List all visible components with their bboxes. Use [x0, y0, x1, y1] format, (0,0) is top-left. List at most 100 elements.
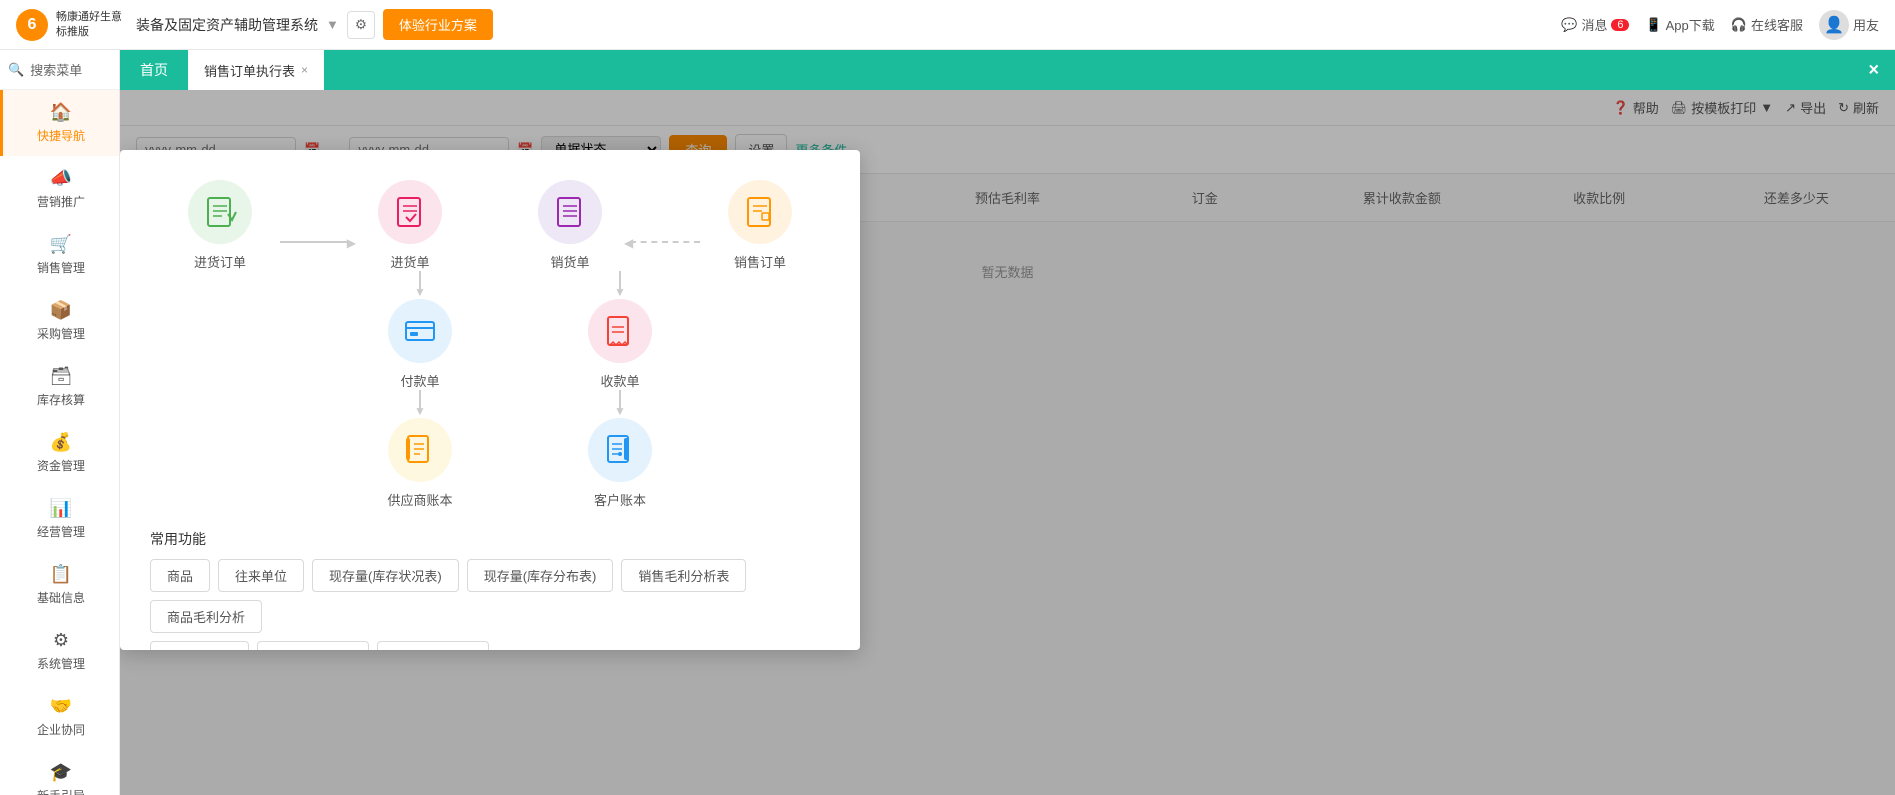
- search-icon: 🔍: [8, 62, 24, 78]
- function-btns-row1: 商品 往来单位 现存量(库存状况表) 现存量(库存分布表) 销售毛利分析表 商品…: [150, 559, 830, 633]
- flow-node-sales-order[interactable]: 销售订单: [700, 180, 820, 271]
- flow-col-supplier-ledger: 供应商账本: [360, 418, 480, 509]
- headset-icon: 🎧: [1731, 17, 1747, 33]
- settings-button[interactable]: ⚙: [347, 11, 375, 39]
- receipt-bill-label: 收款单: [600, 371, 639, 390]
- dropdown-icon[interactable]: ▼: [326, 17, 339, 32]
- system-title: 装备及固定资产辅助管理系统: [136, 15, 318, 35]
- system-icon: ⚙: [53, 630, 69, 651]
- flow-node-sales-bill[interactable]: 销货单: [510, 180, 630, 271]
- flow-node-supplier-ledger[interactable]: 供应商账本: [360, 418, 480, 509]
- top-center: 装备及固定资产辅助管理系统 ▼ ⚙ 体验行业方案: [136, 9, 1561, 40]
- func-btn-receipt-stats[interactable]: 收款情况统计: [257, 641, 369, 650]
- sidebar-item-sales[interactable]: 🛒 销售管理: [0, 222, 119, 288]
- purchase-order-circle: [188, 180, 252, 244]
- flow-col-payment-bill: 付款单: [360, 299, 480, 390]
- flow-col-customer-ledger: 客户账本: [560, 418, 680, 509]
- common-functions: 常用功能 商品 往来单位 现存量(库存状况表) 现存量(库存分布表) 销售毛利分…: [150, 529, 830, 650]
- purchase-icon: 📦: [50, 300, 72, 321]
- tab-sales-order[interactable]: 销售订单执行表 ×: [188, 50, 324, 90]
- tab-home[interactable]: 首页: [120, 50, 188, 90]
- tab-bar: 首页 销售订单执行表 × ×: [120, 50, 1895, 90]
- sales-order-label: 销售订单: [734, 252, 786, 271]
- logo-text: 畅康通好生意 标推版: [56, 10, 122, 39]
- logo-icon: 6: [16, 9, 48, 41]
- sidebar-item-finance[interactable]: 💰 资金管理: [0, 420, 119, 486]
- flow-col-receipt-bill: 收款单: [560, 299, 680, 390]
- sidebar-item-inventory[interactable]: 🗃 库存核算: [0, 354, 119, 420]
- purchase-bill-circle: [378, 180, 442, 244]
- tab-close-icon[interactable]: ×: [301, 63, 308, 77]
- message-button[interactable]: 💬 消息 6: [1561, 15, 1629, 34]
- flow-node-customer-ledger[interactable]: 客户账本: [560, 418, 680, 509]
- customer-ledger-label: 客户账本: [594, 490, 646, 509]
- flow-col-purchase-bill: 进货单: [350, 180, 470, 271]
- flow-col-purchase-order: 进货订单: [160, 180, 280, 271]
- customer-ledger-circle: [588, 418, 652, 482]
- top-right: 💬 消息 6 📱 App下载 🎧 在线客服 👤 用友: [1561, 10, 1879, 40]
- sales-order-circle: [728, 180, 792, 244]
- finance-icon: 💰: [50, 432, 72, 453]
- func-btn-payment-stats[interactable]: 付款情况统计: [377, 641, 489, 650]
- sidebar-item-quick-nav[interactable]: 🏠 快捷导航: [0, 90, 119, 156]
- common-functions-title: 常用功能: [150, 529, 830, 549]
- flow-col-sales-bill: 销货单: [510, 180, 630, 271]
- sidebar-item-enterprise[interactable]: 🤝 企业协同: [0, 684, 119, 750]
- flow-diagram: 进货订单 ▶: [150, 180, 830, 509]
- payment-bill-circle: [388, 299, 452, 363]
- modal: 进货订单 ▶: [120, 150, 860, 650]
- main-layout: 🔍 搜索菜单 🏠 快捷导航 📣 营销推广 🛒 销售管理 📦 采购管理 🗃 库存核…: [0, 50, 1895, 795]
- sidebar-item-operation[interactable]: 📊 经营管理: [0, 486, 119, 552]
- tab-close-all-button[interactable]: ×: [1868, 60, 1879, 81]
- app-download-button[interactable]: 📱 App下载: [1645, 15, 1714, 34]
- top-bar: 6 畅康通好生意 标推版 装备及固定资产辅助管理系统 ▼ ⚙ 体验行业方案 💬 …: [0, 0, 1895, 50]
- inventory-icon: 🗃: [50, 366, 73, 387]
- operation-icon: 📊: [50, 498, 72, 519]
- message-badge: 6: [1611, 19, 1629, 31]
- sidebar-item-system[interactable]: ⚙ 系统管理: [0, 618, 119, 684]
- sidebar-item-basic[interactable]: 📋 基础信息: [0, 552, 119, 618]
- func-btn-stock-dist[interactable]: 现存量(库存分布表): [467, 559, 614, 592]
- avatar: 👤: [1819, 10, 1849, 40]
- supplier-ledger-label: 供应商账本: [387, 490, 452, 509]
- func-btn-stock-status[interactable]: 现存量(库存状况表): [312, 559, 459, 592]
- basic-icon: 📋: [50, 564, 72, 585]
- modal-overlay[interactable]: 进货订单 ▶: [120, 90, 1895, 795]
- logo-area: 6 畅康通好生意 标推版: [16, 9, 136, 41]
- supplier-ledger-circle: [388, 418, 452, 482]
- home-icon: 🏠: [50, 102, 72, 123]
- receipt-bill-circle: [588, 299, 652, 363]
- func-btn-product-gross[interactable]: 商品毛利分析: [150, 600, 262, 633]
- phone-icon: 📱: [1645, 17, 1661, 33]
- marketing-icon: 📣: [50, 168, 72, 189]
- online-service-button[interactable]: 🎧 在线客服: [1731, 15, 1803, 34]
- sidebar: 🔍 搜索菜单 🏠 快捷导航 📣 营销推广 🛒 销售管理 📦 采购管理 🗃 库存核…: [0, 50, 120, 795]
- sales-icon: 🛒: [50, 234, 72, 255]
- sales-bill-label: 销货单: [550, 252, 589, 271]
- func-btn-sales-gross[interactable]: 销售毛利分析表: [621, 559, 746, 592]
- flow-node-receipt-bill[interactable]: 收款单: [560, 299, 680, 390]
- sidebar-item-marketing[interactable]: 📣 营销推广: [0, 156, 119, 222]
- sales-bill-circle: [538, 180, 602, 244]
- flow-node-purchase-bill[interactable]: 进货单: [350, 180, 470, 271]
- enterprise-icon: 🤝: [50, 696, 72, 717]
- flow-node-payment-bill[interactable]: 付款单: [360, 299, 480, 390]
- flow-node-purchase-order[interactable]: 进货订单: [160, 180, 280, 271]
- flow-col-sales-order: 销售订单: [700, 180, 820, 271]
- trial-button[interactable]: 体验行业方案: [383, 9, 493, 40]
- newbie-icon: 🎓: [50, 762, 72, 783]
- message-icon: 💬: [1561, 17, 1577, 33]
- func-btn-sales-rank[interactable]: 销售排行榜: [150, 641, 249, 650]
- purchase-bill-label: 进货单: [390, 252, 429, 271]
- sidebar-item-newbie[interactable]: 🎓 新手引导: [0, 750, 119, 795]
- func-btn-product[interactable]: 商品: [150, 559, 210, 592]
- payment-bill-label: 付款单: [400, 371, 439, 390]
- page-content: ❓ 帮助 🖨 按模板打印 ▼ ↗ 导出 ↻ 刷新: [120, 90, 1895, 795]
- content-area: 首页 销售订单执行表 × × ❓ 帮助 🖨 按模板打印 ▼: [120, 50, 1895, 795]
- function-btns-row2: 销售排行榜 收款情况统计 付款情况统计: [150, 641, 830, 650]
- purchase-order-label: 进货订单: [194, 252, 246, 271]
- sidebar-item-purchase[interactable]: 📦 采购管理: [0, 288, 119, 354]
- func-btn-customer-vendor[interactable]: 往来单位: [218, 559, 304, 592]
- user-button[interactable]: 👤 用友: [1819, 10, 1879, 40]
- search-menu-button[interactable]: 🔍 搜索菜单: [0, 50, 119, 90]
